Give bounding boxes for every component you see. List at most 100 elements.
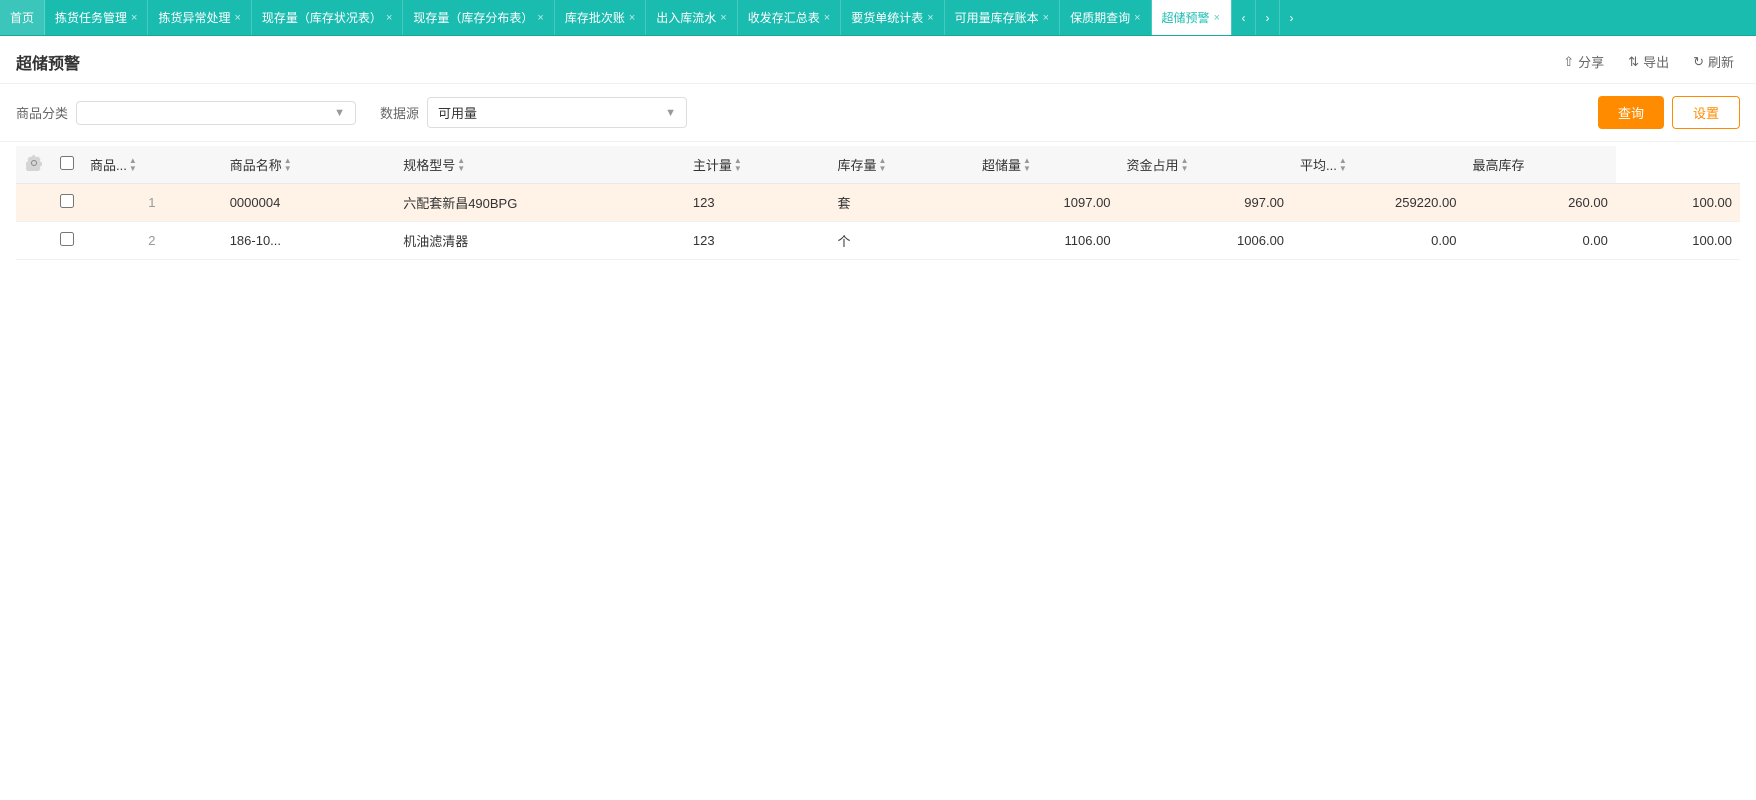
nav-tab-inventory-dist[interactable]: 现存量（库存分布表） × <box>403 0 554 36</box>
filter-row: 商品分类 ▼ 数据源 可用量 ▼ 查询 设置 <box>0 84 1756 142</box>
category-select[interactable]: ▼ <box>76 101 356 125</box>
nav-tab-quality-check-label: 保质期查询 <box>1070 9 1130 26</box>
row-select-1[interactable] <box>60 232 74 246</box>
nav-tab-overstock-alert-close[interactable]: × <box>1214 12 1220 24</box>
nav-tab-task-mgmt-close[interactable]: × <box>131 12 137 24</box>
export-label: 导出 <box>1643 52 1669 71</box>
row-spec-1: 123 <box>685 222 830 260</box>
nav-next-arrow[interactable]: › <box>1255 0 1279 36</box>
col-max-stock[interactable]: 最高库存 <box>1464 146 1615 184</box>
col-overstock[interactable]: 超储量 ▲▼ <box>974 146 1119 184</box>
nav-tab-quality-check-close[interactable]: × <box>1134 12 1140 24</box>
refresh-icon: ↻ <box>1693 54 1704 70</box>
nav-tab-batch-close[interactable]: × <box>629 12 635 24</box>
row-checkbox-1[interactable] <box>52 222 82 260</box>
datasource-arrow-icon: ▼ <box>665 107 676 119</box>
sort-arrows-capital: ▲▼ <box>1181 157 1189 173</box>
row-num-1: 2 <box>82 222 222 260</box>
nav-tab-inventory-status[interactable]: 现存量（库存状况表） × <box>252 0 403 36</box>
row-stock-0: 1097.00 <box>974 184 1119 222</box>
nav-tab-abnormal-label: 拣货异常处理 <box>158 9 230 26</box>
page-content: 超储预警 ⇧ 分享 ⇅ 导出 ↻ 刷新 商品分类 ▼ 数据源 <box>0 36 1756 800</box>
nav-tab-inventory-dist-close[interactable]: × <box>537 12 543 24</box>
category-label: 商品分类 <box>16 103 68 122</box>
row-product-code-1: 186-10... <box>222 222 395 260</box>
row-spec-0: 123 <box>685 184 830 222</box>
nav-tab-batch[interactable]: 库存批次账 × <box>555 0 646 36</box>
sort-arrows-product-name: ▲▼ <box>284 157 292 173</box>
page-title: 超储预警 <box>16 50 80 74</box>
table-row[interactable]: 2 186-10... 机油滤清器 123 个 1106.00 1006.00 … <box>16 222 1740 260</box>
data-table: 商品... ▲▼ 商品名称 ▲▼ 规格型号 ▲▼ <box>16 146 1740 260</box>
export-button[interactable]: ⇅ 导出 <box>1622 48 1675 75</box>
refresh-button[interactable]: ↻ 刷新 <box>1687 48 1740 75</box>
nav-tab-home-label: 首页 <box>10 9 34 26</box>
nav-tab-task-mgmt[interactable]: 拣货任务管理 × <box>45 0 148 36</box>
datasource-label: 数据源 <box>380 103 419 122</box>
nav-tab-overstock-alert-label: 超储预警 <box>1162 9 1210 26</box>
col-gear[interactable] <box>16 146 52 184</box>
nav-tab-collect-summary-close[interactable]: × <box>824 12 830 24</box>
nav-tab-overstock-alert[interactable]: 超储预警 × <box>1152 0 1231 36</box>
sort-arrows-overstock: ▲▼ <box>1023 157 1031 173</box>
settings-button[interactable]: 设置 <box>1672 96 1740 129</box>
nav-tab-usable-ledger[interactable]: 可用量库存账本 × <box>945 0 1060 36</box>
nav-tab-usable-ledger-label: 可用量库存账本 <box>955 9 1039 26</box>
row-max-stock-0: 100.00 <box>1616 184 1740 222</box>
row-checkbox-0[interactable] <box>52 184 82 222</box>
nav-tab-usable-ledger-close[interactable]: × <box>1043 12 1049 24</box>
nav-tab-inventory-status-close[interactable]: × <box>386 12 392 24</box>
col-capital[interactable]: 资金占用 ▲▼ <box>1119 146 1292 184</box>
col-unit[interactable]: 主计量 ▲▼ <box>685 146 830 184</box>
top-nav: 首页 拣货任务管理 × 拣货异常处理 × 现存量（库存状况表） × 现存量（库存… <box>0 0 1756 36</box>
row-unit-0: 套 <box>829 184 974 222</box>
nav-tab-collect-summary[interactable]: 收发存汇总表 × <box>738 0 841 36</box>
nav-prev-arrow[interactable]: ‹ <box>1231 0 1255 36</box>
col-stock[interactable]: 库存量 ▲▼ <box>829 146 974 184</box>
nav-tab-order-stats[interactable]: 要货单统计表 × <box>841 0 944 36</box>
page-header: 超储预警 ⇧ 分享 ⇅ 导出 ↻ 刷新 <box>0 36 1756 84</box>
share-icon: ⇧ <box>1563 54 1574 70</box>
filter-actions: 查询 设置 <box>1598 96 1740 129</box>
header-actions: ⇧ 分享 ⇅ 导出 ↻ 刷新 <box>1557 48 1740 75</box>
nav-tab-home[interactable]: 首页 <box>0 0 45 36</box>
row-avg-1: 0.00 <box>1464 222 1615 260</box>
row-unit-1: 个 <box>829 222 974 260</box>
nav-tab-inout-flow-close[interactable]: × <box>720 12 726 24</box>
col-product-name[interactable]: 商品名称 ▲▼ <box>222 146 395 184</box>
row-product-name-1: 机油滤清器 <box>395 222 685 260</box>
nav-tab-abnormal-close[interactable]: × <box>234 12 240 24</box>
row-gear-0 <box>16 184 52 222</box>
category-filter: 商品分类 ▼ <box>16 101 356 125</box>
sort-arrows-product-code: ▲▼ <box>129 157 137 173</box>
row-capital-1: 0.00 <box>1292 222 1464 260</box>
share-label: 分享 <box>1578 52 1604 71</box>
nav-tab-quality-check[interactable]: 保质期查询 × <box>1060 0 1151 36</box>
sort-arrows-avg: ▲▼ <box>1339 157 1347 173</box>
row-avg-0: 260.00 <box>1464 184 1615 222</box>
nav-tab-abnormal[interactable]: 拣货异常处理 × <box>148 0 251 36</box>
datasource-select[interactable]: 可用量 ▼ <box>427 97 687 128</box>
share-button[interactable]: ⇧ 分享 <box>1557 48 1610 75</box>
col-avg[interactable]: 平均... ▲▼ <box>1292 146 1464 184</box>
query-button[interactable]: 查询 <box>1598 96 1664 129</box>
nav-tab-inout-flow[interactable]: 出入库流水 × <box>646 0 737 36</box>
row-num-0: 1 <box>82 184 222 222</box>
row-product-code-0: 0000004 <box>222 184 395 222</box>
col-product-code[interactable]: 商品... ▲▼ <box>82 146 222 184</box>
col-select-all[interactable] <box>52 146 82 184</box>
row-max-stock-1: 100.00 <box>1616 222 1740 260</box>
nav-tab-collect-summary-label: 收发存汇总表 <box>748 9 820 26</box>
table-header-row: 商品... ▲▼ 商品名称 ▲▼ 规格型号 ▲▼ <box>16 146 1740 184</box>
nav-expand-arrow[interactable]: › <box>1279 0 1303 36</box>
nav-tab-order-stats-close[interactable]: × <box>927 12 933 24</box>
col-spec[interactable]: 规格型号 ▲▼ <box>395 146 685 184</box>
nav-tab-order-stats-label: 要货单统计表 <box>851 9 923 26</box>
refresh-label: 刷新 <box>1708 52 1734 71</box>
row-select-0[interactable] <box>60 194 74 208</box>
select-all-checkbox[interactable] <box>60 156 74 170</box>
table-row[interactable]: 1 0000004 六配套新昌490BPG 123 套 1097.00 997.… <box>16 184 1740 222</box>
nav-tab-inventory-status-label: 现存量（库存状况表） <box>262 9 382 26</box>
row-overstock-0: 997.00 <box>1119 184 1292 222</box>
nav-tab-inout-flow-label: 出入库流水 <box>656 9 716 26</box>
